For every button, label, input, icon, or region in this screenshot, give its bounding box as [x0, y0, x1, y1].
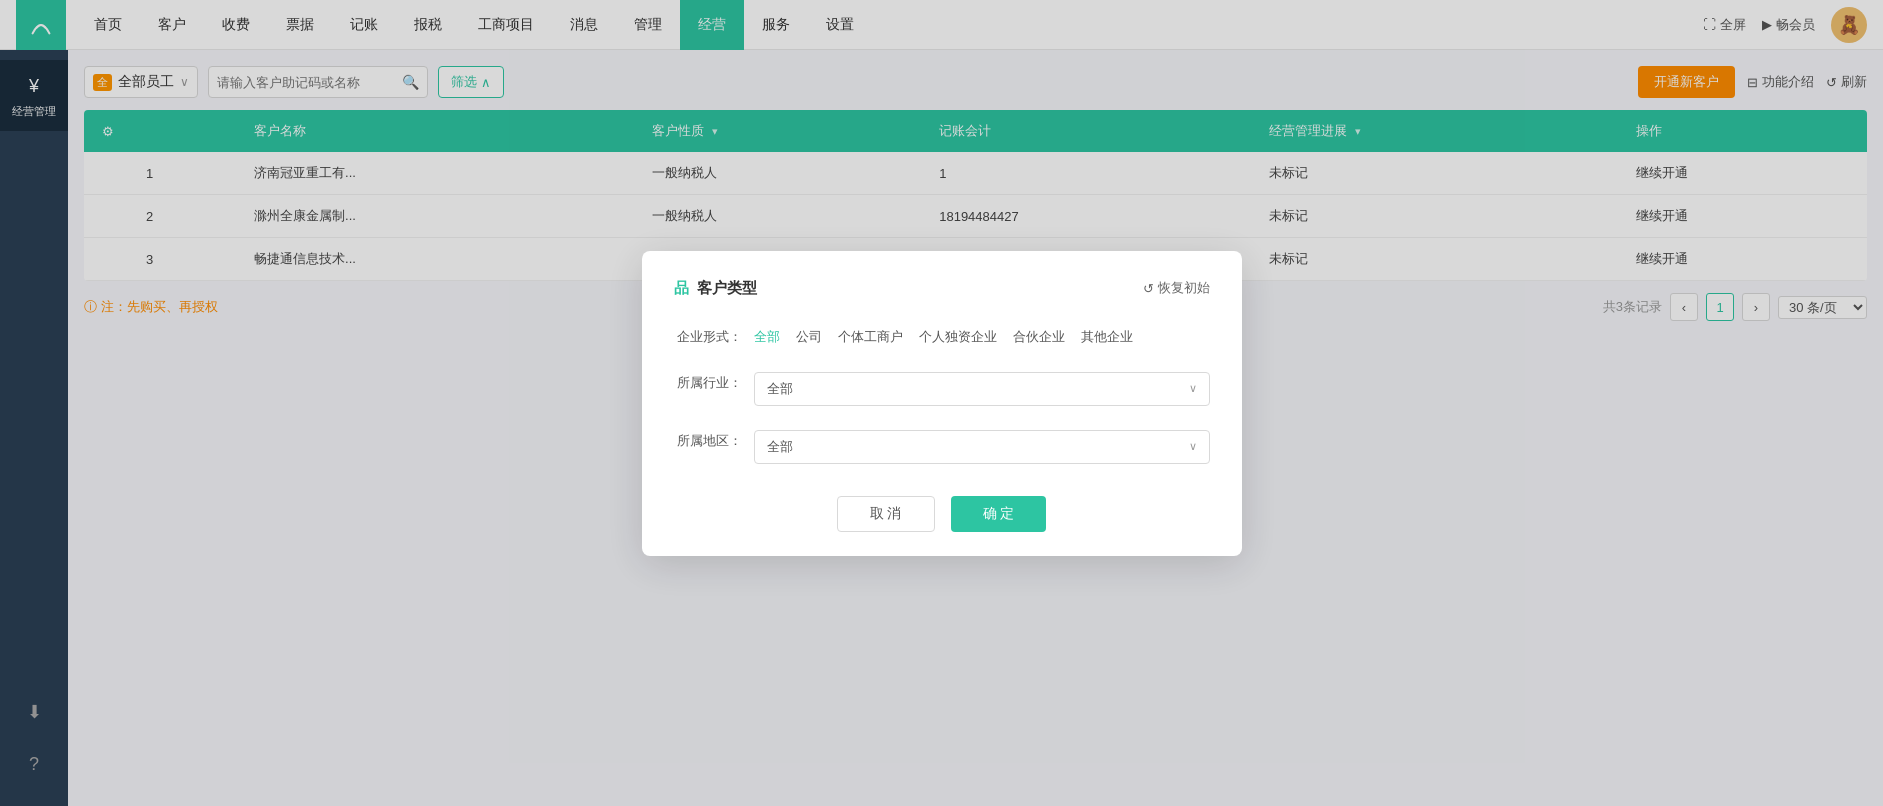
region-select[interactable]: 全部 ∨ [754, 430, 1210, 464]
cancel-button[interactable]: 取 消 [837, 496, 935, 532]
enterprise-form-row: 企业形式： 全部 公司 个体工商户 个人独资企业 合伙企业 其他企业 [674, 326, 1210, 348]
reset-button[interactable]: ↺ 恢复初始 [1143, 279, 1210, 297]
enterprise-type-options: 全部 公司 个体工商户 个人独资企业 合伙企业 其他企业 [754, 326, 1210, 348]
industry-arrow-icon: ∨ [1189, 382, 1197, 395]
industry-field: 全部 ∨ [754, 372, 1210, 406]
enterprise-opt-sole[interactable]: 个人独资企业 [919, 326, 997, 348]
enterprise-opt-individual[interactable]: 个体工商户 [838, 326, 903, 348]
enterprise-opt-other[interactable]: 其他企业 [1081, 326, 1133, 348]
enterprise-opt-partnership[interactable]: 合伙企业 [1013, 326, 1065, 348]
enterprise-form-field: 全部 公司 个体工商户 个人独资企业 合伙企业 其他企业 [754, 326, 1210, 348]
enterprise-form-label: 企业形式： [674, 326, 754, 346]
region-field: 全部 ∨ [754, 430, 1210, 464]
confirm-button[interactable]: 确 定 [951, 496, 1047, 532]
region-row: 所属地区： 全部 ∨ [674, 430, 1210, 464]
industry-select[interactable]: 全部 ∨ [754, 372, 1210, 406]
modal-title-icon: 品 [674, 279, 689, 298]
industry-row: 所属行业： 全部 ∨ [674, 372, 1210, 406]
region-label: 所属地区： [674, 430, 754, 450]
modal-footer: 取 消 确 定 [674, 496, 1210, 532]
region-arrow-icon: ∨ [1189, 440, 1197, 453]
reset-icon: ↺ [1143, 281, 1154, 296]
enterprise-opt-all[interactable]: 全部 [754, 326, 780, 348]
enterprise-opt-company[interactable]: 公司 [796, 326, 822, 348]
modal-overlay[interactable]: 品 客户类型 ↺ 恢复初始 企业形式： 全部 公司 个体工商户 个人独资企业 合… [0, 0, 1883, 806]
modal-header: 品 客户类型 ↺ 恢复初始 [674, 279, 1210, 298]
modal-body: 企业形式： 全部 公司 个体工商户 个人独资企业 合伙企业 其他企业 所属行业： [674, 326, 1210, 464]
modal-title: 品 客户类型 [674, 279, 757, 298]
industry-label: 所属行业： [674, 372, 754, 392]
filter-modal: 品 客户类型 ↺ 恢复初始 企业形式： 全部 公司 个体工商户 个人独资企业 合… [642, 251, 1242, 556]
